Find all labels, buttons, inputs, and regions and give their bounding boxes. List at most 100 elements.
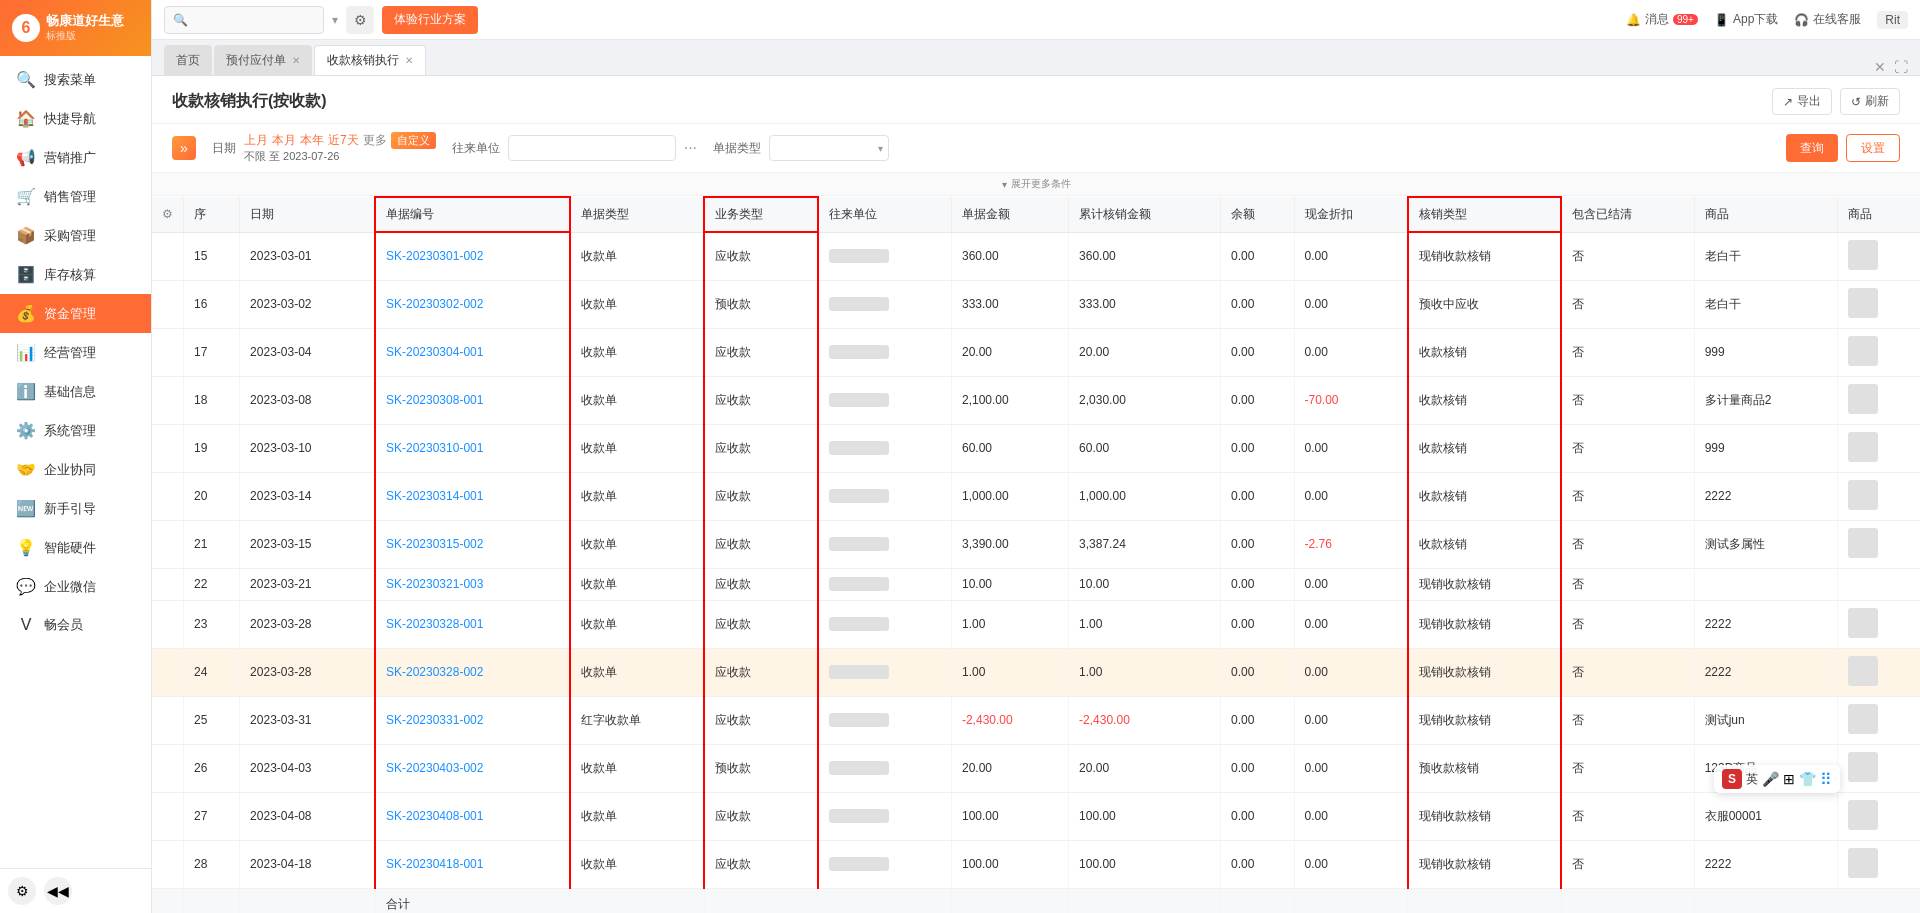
- cell-amount: 10.00: [951, 568, 1068, 600]
- topbar-search[interactable]: 🔍: [164, 6, 324, 34]
- date-more[interactable]: 更多: [363, 132, 387, 149]
- sidebar-label-purchase: 采购管理: [44, 227, 96, 245]
- table-header-row: ⚙ 序 日期 单据编号 单据类型 业务类型 往来单位 单据金额 累计核销金额 余…: [152, 197, 1920, 232]
- sidebar-item-wechat[interactable]: 💬 企业微信: [0, 567, 151, 606]
- cell-amount: -2,430.00: [951, 696, 1068, 744]
- cell-goods: 测试jun: [1694, 696, 1837, 744]
- cell-no: 24: [184, 648, 240, 696]
- cell-goods2: [1837, 232, 1920, 280]
- sales-icon: 🛒: [16, 187, 36, 206]
- sidebar-item-guide[interactable]: 🆕 新手引导: [0, 489, 151, 528]
- table-container[interactable]: ⚙ 序 日期 单据编号 单据类型 业务类型 往来单位 单据金额 累计核销金额 余…: [152, 196, 1920, 913]
- sidebar-item-purchase[interactable]: 📦 采购管理: [0, 216, 151, 255]
- cell-goods: 2222: [1694, 840, 1837, 888]
- table-row: 23 2023-03-28 SK-20230328-001 收款单 应收款 1.…: [152, 600, 1920, 648]
- voucher-link[interactable]: SK-20230302-002: [386, 297, 483, 311]
- cell-amount: 1.00: [951, 600, 1068, 648]
- voucher-link[interactable]: SK-20230314-001: [386, 489, 483, 503]
- window-maximize-icon[interactable]: ⛶: [1894, 59, 1908, 75]
- message-action[interactable]: 🔔 消息 99+: [1626, 11, 1698, 28]
- voucher-link[interactable]: SK-20230321-003: [386, 577, 483, 591]
- sidebar-item-hardware[interactable]: 💡 智能硬件: [0, 528, 151, 567]
- th-include-settled: 包含已结清: [1561, 197, 1694, 232]
- cell-include-settled: 否: [1561, 568, 1694, 600]
- cell-cash-discount: 0.00: [1294, 424, 1408, 472]
- th-settings[interactable]: ⚙: [152, 197, 184, 232]
- tab-home[interactable]: 首页: [164, 45, 212, 75]
- sidebar-item-quicknav[interactable]: 🏠 快捷导航: [0, 99, 151, 138]
- partner-filter-input[interactable]: [508, 135, 676, 161]
- tab-collection-label: 收款核销执行: [327, 52, 399, 69]
- topbar-dropdown-arrow[interactable]: ▾: [332, 13, 338, 27]
- topbar-gear-icon[interactable]: ⚙: [346, 6, 374, 34]
- date-custom-button[interactable]: 自定义: [391, 132, 436, 149]
- cell-voucher-type: 收款单: [570, 840, 704, 888]
- sidebar-item-operations[interactable]: 📊 经营管理: [0, 333, 151, 372]
- cell-goods: 2222: [1694, 472, 1837, 520]
- export-button[interactable]: ↗ 导出: [1772, 88, 1832, 115]
- voucher-link[interactable]: SK-20230301-002: [386, 249, 483, 263]
- sidebar-item-finance[interactable]: 💰 资金管理: [0, 294, 151, 333]
- cell-partner: [818, 744, 951, 792]
- service-label: 在线客服: [1813, 11, 1861, 28]
- date-7days[interactable]: 近7天: [328, 132, 359, 149]
- cell-voucher-type: 收款单: [570, 648, 704, 696]
- voucher-link[interactable]: SK-20230304-001: [386, 345, 483, 359]
- cell-include-settled: 否: [1561, 520, 1694, 568]
- footer-settings: [152, 888, 184, 913]
- service-action[interactable]: 🎧 在线客服: [1794, 11, 1861, 28]
- sidebar-item-marketing[interactable]: 📢 营销推广: [0, 138, 151, 177]
- voucher-link[interactable]: SK-20230310-001: [386, 441, 483, 455]
- cell-settings: [152, 472, 184, 520]
- voucher-link[interactable]: SK-20230408-001: [386, 809, 483, 823]
- cell-biz-type: 预收款: [704, 744, 818, 792]
- query-button[interactable]: 查询: [1786, 134, 1838, 162]
- date-this-month[interactable]: 本月: [272, 132, 296, 149]
- sidebar-item-inventory[interactable]: 🗄️ 库存核算: [0, 255, 151, 294]
- sidebar-item-sales[interactable]: 🛒 销售管理: [0, 177, 151, 216]
- settings-button[interactable]: 设置: [1846, 134, 1900, 162]
- date-last-month[interactable]: 上月: [244, 132, 268, 149]
- voucher-link[interactable]: SK-20230331-002: [386, 713, 483, 727]
- voucher-type-select[interactable]: [769, 135, 889, 161]
- cell-date: 2023-03-02: [240, 280, 375, 328]
- table-row: 17 2023-03-04 SK-20230304-001 收款单 应收款 20…: [152, 328, 1920, 376]
- expand-more-button[interactable]: ▾ 展开更多条件: [1002, 177, 1071, 191]
- refresh-button[interactable]: ↺ 刷新: [1840, 88, 1900, 115]
- cell-partner: [818, 232, 951, 280]
- sidebar-item-basics[interactable]: ℹ️ 基础信息: [0, 372, 151, 411]
- date-filter-group: 日期 上月 本月 本年 近7天 更多 自定义 不限 至 2023-07-26: [212, 132, 436, 164]
- filter-expand-button[interactable]: »: [172, 136, 196, 160]
- cell-cash-discount: 0.00: [1294, 472, 1408, 520]
- user-display[interactable]: Rit: [1877, 11, 1908, 29]
- table-row: 20 2023-03-14 SK-20230314-001 收款单 应收款 1,…: [152, 472, 1920, 520]
- table-row: 28 2023-04-18 SK-20230418-001 收款单 应收款 10…: [152, 840, 1920, 888]
- tab-collection-close[interactable]: ✕: [405, 55, 413, 66]
- table-row: 19 2023-03-10 SK-20230310-001 收款单 应收款 60…: [152, 424, 1920, 472]
- app-download-action[interactable]: 📱 App下载: [1714, 11, 1778, 28]
- solution-button[interactable]: 体验行业方案: [382, 6, 478, 34]
- sidebar-menu: 🔍 搜索菜单 🏠 快捷导航 📢 营销推广 🛒 销售管理 📦 采购管理 🗄️ 库存…: [0, 56, 151, 868]
- cell-cash-discount: 0.00: [1294, 648, 1408, 696]
- sidebar-item-search[interactable]: 🔍 搜索菜单: [0, 60, 151, 99]
- sidebar-item-system[interactable]: ⚙️ 系统管理: [0, 411, 151, 450]
- sidebar-collapse-icon[interactable]: ◀◀: [44, 877, 72, 905]
- voucher-link[interactable]: SK-20230328-001: [386, 617, 483, 631]
- tab-collection[interactable]: 收款核销执行 ✕: [314, 45, 426, 75]
- cell-partner: [818, 792, 951, 840]
- cell-biz-type: 应收款: [704, 792, 818, 840]
- window-close-icon[interactable]: ✕: [1874, 59, 1886, 75]
- voucher-link[interactable]: SK-20230328-002: [386, 665, 483, 679]
- sidebar-item-member[interactable]: V 畅会员: [0, 606, 151, 644]
- cell-voucher-type: 收款单: [570, 568, 704, 600]
- voucher-link[interactable]: SK-20230308-001: [386, 393, 483, 407]
- cell-date: 2023-03-08: [240, 376, 375, 424]
- sidebar-settings-icon[interactable]: ⚙: [8, 877, 36, 905]
- date-this-year[interactable]: 本年: [300, 132, 324, 149]
- tab-prepayment-close[interactable]: ✕: [292, 55, 300, 66]
- voucher-link[interactable]: SK-20230418-001: [386, 857, 483, 871]
- sidebar-item-enterprise[interactable]: 🤝 企业协同: [0, 450, 151, 489]
- tab-prepayment[interactable]: 预付应付单 ✕: [214, 45, 312, 75]
- voucher-link[interactable]: SK-20230315-002: [386, 537, 483, 551]
- voucher-link[interactable]: SK-20230403-002: [386, 761, 483, 775]
